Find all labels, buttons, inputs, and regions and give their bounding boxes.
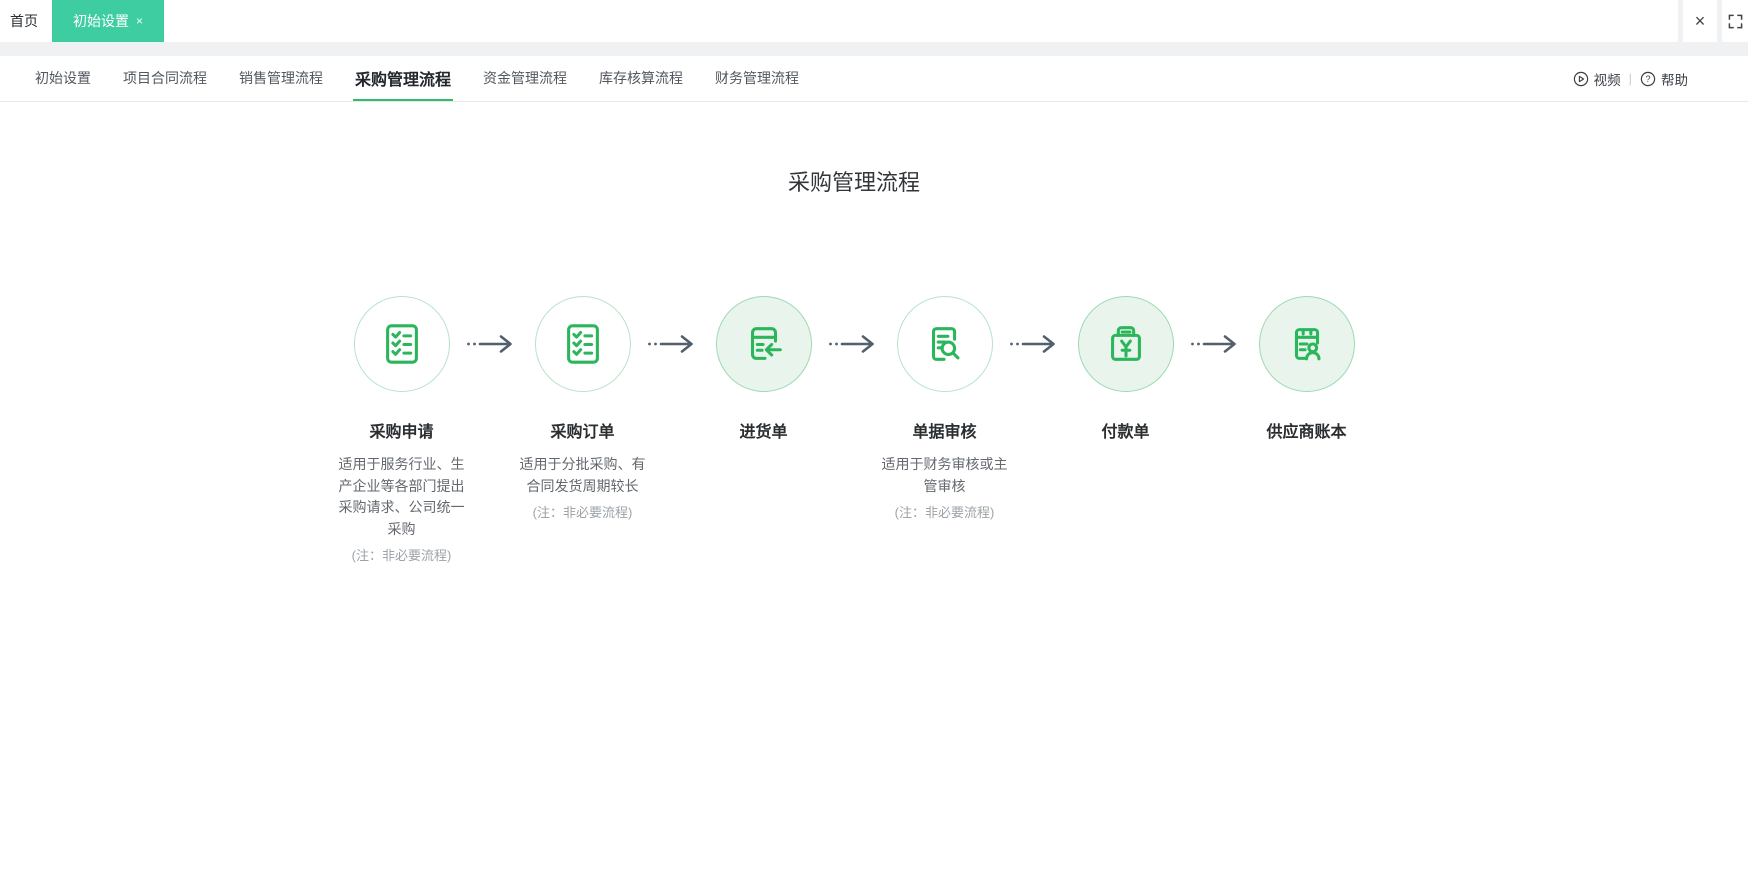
help-link[interactable]: ? 帮助: [1640, 69, 1688, 89]
step-name: 付款单: [1101, 424, 1150, 441]
step-name: 进货单: [739, 424, 788, 441]
session-tab-initial-settings[interactable]: 初始设置 ×: [52, 0, 164, 42]
window-fullscreen-button[interactable]: [1722, 0, 1748, 42]
video-label: 视频: [1593, 72, 1621, 88]
home-tab[interactable]: 首页: [0, 0, 48, 42]
fullscreen-icon: [1728, 14, 1742, 28]
process-flow: 采购申请 适用于服务行业、生产企业等各部门提出采购请求、公司统一采购 (注：非必…: [311, 296, 1397, 564]
step-description: 适用于分批采购、有合同发货周期较长: [519, 456, 646, 494]
close-icon: ×: [1694, 11, 1706, 31]
help-question-icon: ?: [1640, 71, 1656, 86]
step-circle[interactable]: [715, 296, 812, 392]
page-background-strip: [0, 42, 1748, 56]
step-name: 采购申请: [369, 424, 434, 441]
flow-arrow-icon: [467, 335, 512, 353]
video-link[interactable]: 视频: [1573, 69, 1621, 89]
document-search-icon: [931, 327, 959, 361]
step-circle[interactable]: [353, 296, 450, 392]
step-name: 采购订单: [550, 424, 615, 441]
tab-initial-settings[interactable]: 初始设置: [33, 56, 93, 101]
flow-arrow-icon: [829, 335, 874, 353]
step-name: 单据审核: [912, 424, 977, 441]
flow-content: 采购管理流程 采购申请 适用于服务行业、生产企业等各部门提出采购请求、公司统一采…: [311, 168, 1397, 564]
tab-project-contract-flow[interactable]: 项目合同流程: [121, 56, 209, 101]
step-note: (注：非必要流程): [532, 505, 633, 520]
page-title: 采购管理流程: [787, 170, 920, 195]
supplier-ledger-icon: [1294, 328, 1321, 361]
tab-sales-management-flow[interactable]: 销售管理流程: [237, 56, 325, 101]
tab-funds-management-flow[interactable]: 资金管理流程: [481, 56, 569, 101]
tab-finance-management-flow[interactable]: 财务管理流程: [713, 56, 801, 101]
step-circle[interactable]: [896, 296, 993, 392]
flow-step-purchase-order: 采购订单 适用于分批采购、有合同发货周期较长 (注：非必要流程): [492, 296, 673, 564]
step-description: 适用于服务行业、生产企业等各部门提出采购请求、公司统一采购: [338, 456, 465, 537]
step-note: (注：非必要流程): [351, 548, 452, 563]
video-play-icon: [1573, 71, 1588, 86]
flow-arrow-icon: [648, 335, 693, 353]
step-circle[interactable]: [534, 296, 631, 392]
window-buttons: ×: [1678, 0, 1748, 42]
incoming-receipt-icon: [750, 327, 782, 360]
checklist-icon: [385, 324, 418, 364]
utilities-divider: |: [1628, 71, 1632, 86]
step-description: 适用于财务审核或主管审核: [881, 456, 1008, 494]
window-close-button[interactable]: ×: [1683, 0, 1717, 42]
step-circle[interactable]: [1258, 296, 1355, 392]
session-tab-close-icon[interactable]: ×: [136, 15, 143, 27]
svg-text:?: ?: [1645, 74, 1650, 84]
checklist-icon: [566, 324, 599, 364]
tabbar-utilities: 视频 | ? 帮助: [1573, 56, 1748, 101]
step-name: 供应商账本: [1266, 424, 1347, 441]
flow-step-supplier-ledger: 供应商账本: [1216, 296, 1397, 564]
flow-tab-bar: 初始设置 项目合同流程 销售管理流程 采购管理流程 资金管理流程 库存核算流程 …: [0, 56, 1748, 102]
flow-step-document-review: 单据审核 适用于财务审核或主管审核 (注：非必要流程): [854, 296, 1035, 564]
home-tab-label: 首页: [10, 13, 38, 29]
tab-inventory-accounting-flow[interactable]: 库存核算流程: [597, 56, 685, 101]
flow-step-purchase-request: 采购申请 适用于服务行业、生产企业等各部门提出采购请求、公司统一采购 (注：非必…: [311, 296, 492, 564]
payment-cashbox-icon: [1110, 326, 1141, 361]
flow-arrow-icon: [1191, 335, 1236, 353]
step-note: (注：非必要流程): [894, 505, 995, 520]
top-window-bar: 首页 初始设置 × ×: [0, 0, 1748, 42]
flow-step-goods-receipt: 进货单: [673, 296, 854, 564]
flow-arrow-icon: [1010, 335, 1055, 353]
step-circle[interactable]: [1077, 296, 1174, 392]
main-panel: 初始设置 项目合同流程 销售管理流程 采购管理流程 资金管理流程 库存核算流程 …: [0, 56, 1748, 875]
session-tab-label: 初始设置: [72, 13, 129, 29]
help-label: 帮助: [1661, 72, 1688, 88]
tab-purchase-management-flow[interactable]: 采购管理流程: [353, 56, 454, 101]
flow-step-payment: 付款单: [1035, 296, 1216, 564]
